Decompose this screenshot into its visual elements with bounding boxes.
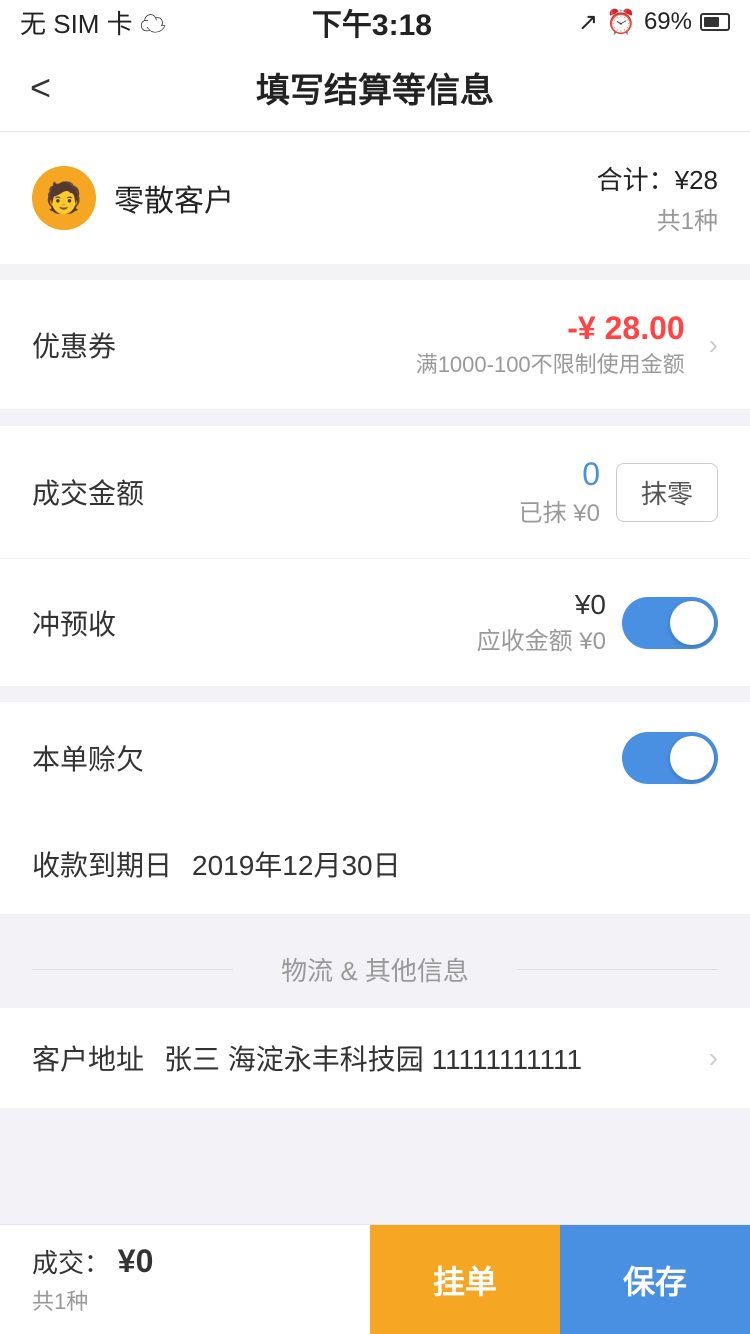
bottom-count: 共1种 [32, 1284, 338, 1316]
bottom-bar: 成交： ¥0 共1种 挂单 保存 [0, 1224, 750, 1334]
coupon-label: 优惠券 [32, 325, 116, 365]
content: 🧑 零散客户 合计：¥28 共1种 优惠券 -¥ 28.00 满1000-100… [0, 132, 750, 1244]
logistics-divider: 物流 & 其他信息 [0, 931, 750, 1008]
status-right: ↗ ⏰ 69% [578, 8, 730, 37]
bottom-trade-value: ¥0 [118, 1243, 154, 1279]
chevron-right-icon: › [709, 329, 718, 361]
debt-toggle-knob [670, 736, 714, 780]
bottom-info: 成交： ¥0 共1种 [0, 1243, 370, 1316]
hold-button[interactable]: 挂单 [370, 1225, 560, 1334]
avatar: 🧑 [32, 166, 96, 230]
location-icon: ↗ [578, 8, 598, 37]
debt-row: 本单赊欠 [0, 702, 750, 814]
prepayment-right: ¥0 应收金额 ¥0 [477, 589, 718, 656]
logistics-label: 物流 & 其他信息 [281, 951, 469, 988]
coupon-description: 满1000-100不限制使用金额 [416, 347, 685, 379]
total-amount: 合计：¥28 [597, 160, 718, 197]
due-date-label: 收款到期日 [32, 844, 172, 884]
back-button[interactable]: < [30, 67, 51, 109]
coupon-row[interactable]: 优惠券 -¥ 28.00 满1000-100不限制使用金额 › [0, 280, 750, 410]
total-count: 共1种 [597, 201, 718, 236]
transaction-value: 0 [519, 456, 600, 493]
transaction-row: 成交金额 0 已抹 ¥0 抹零 [0, 426, 750, 559]
alarm-icon: ⏰ [606, 8, 636, 37]
battery-percent: 69% [644, 8, 692, 36]
prepayment-toggle[interactable] [622, 597, 718, 649]
logistics-divider-inner: 物流 & 其他信息 [0, 951, 750, 988]
address-label: 客户地址 [32, 1038, 144, 1078]
customer-info-left: 🧑 零散客户 [32, 166, 234, 230]
debt-label: 本单赊欠 [32, 738, 144, 778]
transaction-right: 0 已抹 ¥0 抹零 [519, 456, 718, 528]
toggle-knob [670, 601, 714, 645]
customer-info-right: 合计：¥28 共1种 [597, 160, 718, 236]
coupon-info: -¥ 28.00 满1000-100不限制使用金额 [416, 310, 685, 379]
transaction-label: 成交金额 [32, 472, 144, 512]
address-chevron-icon: › [709, 1042, 718, 1074]
debt-section: 本单赊欠 收款到期日 2019年12月30日 [0, 702, 750, 915]
bottom-trade-label: 成交： [32, 1248, 110, 1278]
divider-line-left [32, 969, 233, 970]
prepayment-info: ¥0 应收金额 ¥0 [477, 589, 606, 656]
prepayment-sub: 应收金额 ¥0 [477, 621, 606, 656]
prepayment-row: 冲预收 ¥0 应收金额 ¥0 [0, 559, 750, 686]
bottom-trade-line: 成交： ¥0 [32, 1243, 338, 1280]
nav-bar: < 填写结算等信息 [0, 44, 750, 132]
status-left: 无 SIM 卡 ☁ [20, 4, 166, 41]
save-button[interactable]: 保存 [560, 1225, 750, 1334]
transaction-sub: 已抹 ¥0 [519, 493, 600, 528]
avatar-icon: 🧑 [45, 181, 82, 216]
coupon-right: -¥ 28.00 满1000-100不限制使用金额 › [416, 310, 718, 379]
signal-text: 无 SIM 卡 ☁ [20, 4, 166, 41]
transaction-info: 0 已抹 ¥0 [519, 456, 600, 528]
status-bar: 无 SIM 卡 ☁ 下午3:18 ↗ ⏰ 69% [0, 0, 750, 44]
address-section: 客户地址 张三 海淀永丰科技园 11111111111 › [0, 1008, 750, 1108]
status-time: 下午3:18 [312, 0, 432, 44]
customer-card: 🧑 零散客户 合计：¥28 共1种 [0, 132, 750, 264]
customer-name: 零散客户 [114, 176, 234, 220]
prepayment-value: ¥0 [477, 589, 606, 621]
battery-icon [700, 13, 730, 31]
divider-line-right [517, 969, 718, 970]
prepayment-label: 冲预收 [32, 603, 116, 643]
address-row[interactable]: 客户地址 张三 海淀永丰科技园 11111111111 › [0, 1008, 750, 1108]
coupon-discount: -¥ 28.00 [416, 310, 685, 347]
round-zero-button[interactable]: 抹零 [616, 463, 718, 522]
debt-right [622, 732, 718, 784]
due-date-row: 收款到期日 2019年12月30日 [0, 814, 750, 915]
coupon-section: 优惠券 -¥ 28.00 满1000-100不限制使用金额 › [0, 280, 750, 410]
page-title: 填写结算等信息 [256, 63, 494, 112]
due-date-value: 2019年12月30日 [192, 844, 401, 884]
transaction-section: 成交金额 0 已抹 ¥0 抹零 冲预收 ¥0 应收金额 ¥0 [0, 426, 750, 686]
address-value: 张三 海淀永丰科技园 11111111111 [164, 1038, 701, 1078]
debt-toggle[interactable] [622, 732, 718, 784]
